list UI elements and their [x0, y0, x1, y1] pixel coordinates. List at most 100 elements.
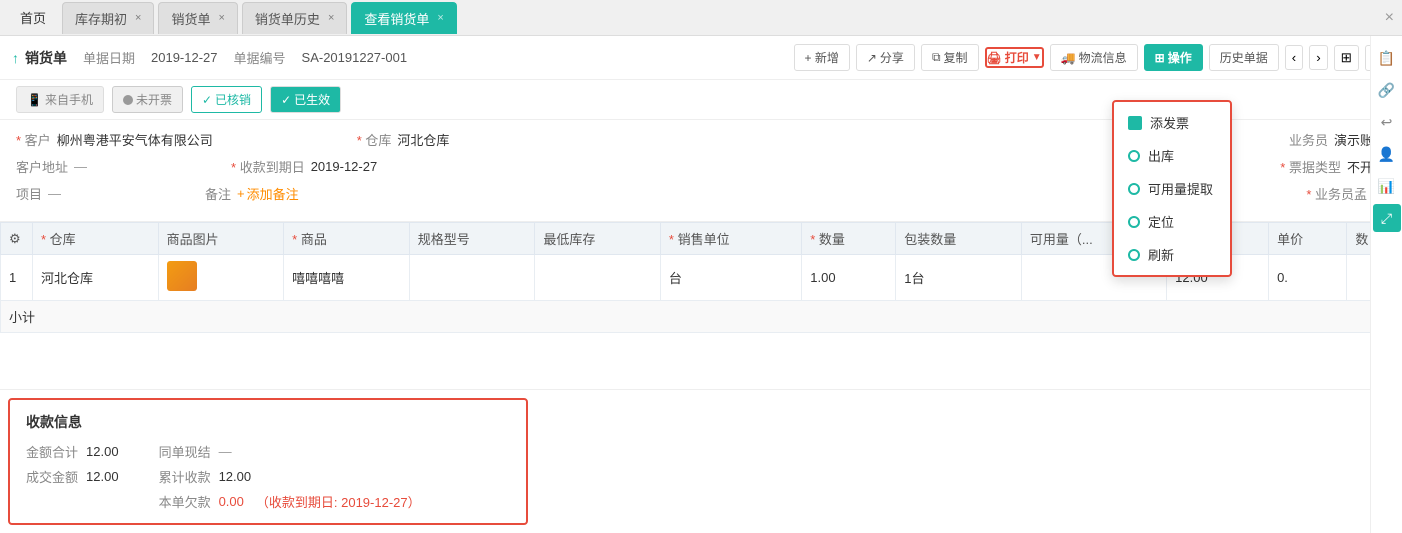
operate-button[interactable]: ⊞ 操作	[1144, 44, 1203, 71]
qty-col-header: * 数量	[802, 223, 896, 255]
add-note-button[interactable]: + 添加备注	[237, 184, 299, 203]
dropdown-available-qty[interactable]: 可用量提取	[1114, 172, 1230, 205]
same-order-label: 同单现结	[159, 442, 211, 461]
warehouse-col-header: * 仓库	[33, 223, 159, 255]
tab-bar: 首页 库存期初 × 销货单 × 销货单历史 × 查看销货单 × ×	[0, 0, 1402, 36]
plus-icon: +	[237, 186, 245, 201]
address-value: —	[74, 159, 87, 174]
min-stock-col-header: 最低库存	[535, 223, 661, 255]
close-tab-view-sales[interactable]: ×	[437, 12, 443, 24]
confirm-button[interactable]: ✓ 已核销	[191, 86, 262, 113]
refresh-icon	[1128, 249, 1140, 261]
owed-value: 0.00	[219, 494, 244, 509]
settings-col-header: ⚙	[1, 223, 33, 255]
total-label: 金额合计	[26, 442, 78, 461]
sidebar-icon-4[interactable]: 👤	[1373, 140, 1401, 168]
unit-col-header: * 销售单位	[660, 223, 801, 255]
dropdown-refresh[interactable]: 刷新	[1114, 238, 1230, 271]
bottom-panel: 收款信息 金额合计 12.00 成交金额 12.00	[0, 389, 1402, 533]
tab-home[interactable]: 首页	[8, 2, 58, 34]
same-order-value: —	[219, 444, 232, 459]
history-button[interactable]: 历史单据	[1209, 44, 1279, 71]
tab-inventory[interactable]: 库存期初 ×	[62, 2, 154, 34]
sidebar-icon-2[interactable]: 🔗	[1373, 76, 1401, 104]
customer-label: 客户	[16, 130, 51, 149]
available-qty-icon	[1128, 183, 1140, 195]
doc-header: ↑ 销货单 单据日期 2019-12-27 单据编号 SA-20191227-0…	[0, 36, 1402, 80]
date-label: 单据日期	[83, 48, 135, 67]
grid-view-1-button[interactable]: ⊞	[1334, 45, 1359, 71]
copy-button[interactable]: ⧉ 复制	[921, 44, 979, 71]
row-pack-qty: 1台	[896, 255, 1022, 301]
pack-qty-col-header: 包装数量	[896, 223, 1022, 255]
tab-view-sales[interactable]: 查看销货单 ×	[351, 2, 456, 34]
dropdown-position[interactable]: 定位	[1114, 205, 1230, 238]
doc-no-value: SA-20191227-001	[302, 50, 408, 65]
doc-meta: 单据日期 2019-12-27 单据编号 SA-20191227-001	[83, 48, 407, 67]
dropdown-add-invoice[interactable]: 添发票	[1114, 106, 1230, 139]
toolbar-actions: + 新增 ↗ 分享 ⧉ 复制 🖨 打印 ▼ 🚚	[794, 44, 1390, 71]
payment-rows: 金额合计 12.00 成交金额 12.00 同单现结 —	[26, 442, 510, 511]
spec-col-header: 规格型号	[409, 223, 535, 255]
sidebar-icon-3[interactable]: ↩	[1373, 108, 1401, 136]
right-sidebar: 📋 🔗 ↩ 👤 📊 ⤢	[1370, 36, 1402, 533]
payment-same-order-row: 同单现结 —	[159, 442, 421, 461]
add-button[interactable]: + 新增	[794, 44, 850, 71]
close-window-button[interactable]: ×	[1385, 9, 1394, 27]
dropdown-warehouse-out[interactable]: 出库	[1114, 139, 1230, 172]
doc-type-label: 销货单	[25, 48, 67, 68]
check-icon: ✓	[202, 93, 212, 107]
close-tab-sales-history[interactable]: ×	[328, 12, 334, 24]
position-icon	[1128, 216, 1140, 228]
ticket-type-label: 票据类型	[1280, 157, 1341, 176]
nav-next-button[interactable]: ›	[1309, 45, 1327, 70]
date-value: 2019-12-27	[151, 50, 218, 65]
logistics-icon: 🚚	[1061, 51, 1076, 65]
row-warehouse: 河北仓库	[33, 255, 159, 301]
sidebar-icon-6[interactable]: ⤢	[1373, 204, 1401, 232]
row-qty: 1.00	[802, 255, 896, 301]
note-label: 备注	[205, 184, 231, 203]
doc-no-label: 单据编号	[234, 48, 286, 67]
payment-owed-row: 本单欠款 0.00 （收款到期日: 2019-12-27）	[159, 492, 421, 511]
warehouse-field: 仓库 河北仓库	[357, 130, 450, 149]
subtotal-label: 小计	[1, 301, 1402, 333]
payment-deal-row: 成交金额 12.00	[26, 467, 119, 486]
share-button[interactable]: ↗ 分享	[856, 44, 915, 71]
doc-title: ↑ 销货单	[12, 48, 67, 68]
address-label: 客户地址	[16, 157, 68, 176]
price-col-header: 单价	[1269, 223, 1347, 255]
tab-sales[interactable]: 销货单 ×	[158, 2, 237, 34]
address-field: 客户地址 —	[16, 157, 87, 176]
product-image	[167, 261, 197, 291]
customer-field: 客户 柳州粤港平安气体有限公司	[16, 130, 213, 149]
project-field: 项目 —	[16, 184, 61, 203]
operate-icon: ⊞	[1155, 51, 1165, 65]
warehouse-out-icon	[1128, 150, 1140, 162]
circle-icon	[123, 95, 133, 105]
effective-button[interactable]: ✓ 已生效	[270, 86, 341, 113]
tab-sales-history[interactable]: 销货单历史 ×	[242, 2, 347, 34]
print-icon: 🖨	[987, 51, 1002, 65]
close-tab-sales[interactable]: ×	[218, 12, 224, 24]
nav-prev-button[interactable]: ‹	[1285, 45, 1303, 70]
sidebar-icon-5[interactable]: 📊	[1373, 172, 1401, 200]
print-button[interactable]: 🖨 打印 ▼	[985, 47, 1044, 68]
product-col-header: * 商品	[284, 223, 410, 255]
logistics-button[interactable]: 🚚 物流信息	[1050, 44, 1138, 71]
add-invoice-icon	[1128, 116, 1142, 130]
subtotal-row: 小计	[1, 301, 1402, 333]
warehouse-value: 河北仓库	[397, 130, 449, 149]
deal-value: 12.00	[86, 469, 119, 484]
project-label: 项目	[16, 184, 42, 203]
sidebar-icon-1[interactable]: 📋	[1373, 44, 1401, 72]
customer-value: 柳州粤港平安气体有限公司	[57, 130, 213, 149]
close-tab-inventory[interactable]: ×	[135, 12, 141, 24]
due-date-label: 收款到期日	[231, 157, 305, 176]
row-seq: 1	[1, 255, 33, 301]
payment-title: 收款信息	[26, 412, 510, 432]
not-open-button[interactable]: 未开票	[112, 86, 183, 113]
operate-dropdown-menu: 添发票 出库 可用量提取 定位 刷新	[1112, 100, 1232, 277]
share-icon: ↗	[867, 51, 877, 65]
from-phone-button[interactable]: 📱 来自手机	[16, 86, 104, 113]
